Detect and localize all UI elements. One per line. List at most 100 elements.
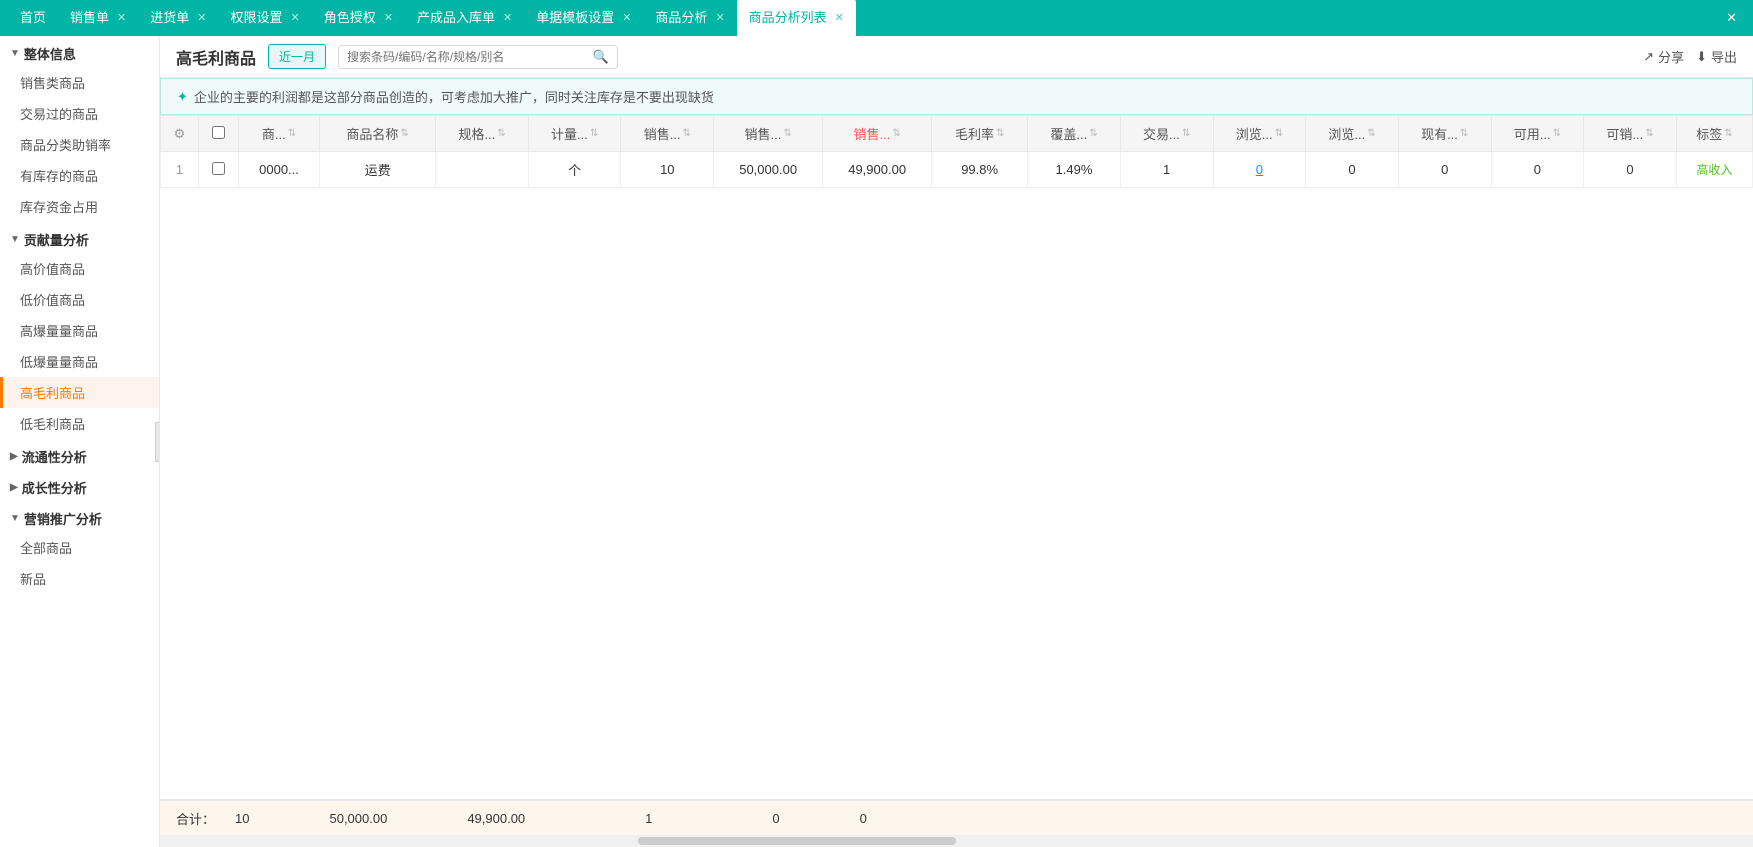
sidebar-group-marketing-arrow: ▼ [10, 513, 20, 524]
table-container: ⚙ 商...⇅ 商品名称⇅ 规格...⇅ [160, 115, 1753, 799]
sidebar-item-all-goods[interactable]: 全部商品 [0, 532, 159, 563]
close-sales-tab[interactable]: ✕ [117, 0, 126, 36]
sort-current-icon: ⇅ [1460, 128, 1468, 139]
cell-sale2: 50,000.00 [714, 152, 823, 188]
sidebar-collapse-button[interactable]: ◀ [155, 422, 160, 462]
sort-margin-icon: ⇅ [996, 128, 1004, 139]
sidebar-group-overall-arrow: ▼ [10, 48, 20, 59]
col-sale3[interactable]: 销售...⇅ [823, 116, 932, 152]
sidebar-group-growth-arrow: ▶ [10, 482, 18, 493]
share-button[interactable]: ↗ 分享 [1643, 47, 1684, 66]
sidebar-item-sales-goods[interactable]: 销售类商品 [0, 67, 159, 98]
sidebar-item-new-goods[interactable]: 新品 [0, 563, 159, 594]
col-spec[interactable]: 规格...⇅ [436, 116, 529, 152]
sidebar-group-growth[interactable]: ▶ 成长性分析 [0, 470, 159, 501]
sort-sale1-icon: ⇅ [683, 128, 691, 139]
sidebar-group-liquidity[interactable]: ▶ 流通性分析 [0, 439, 159, 470]
sort-code-icon: ⇅ [288, 128, 296, 139]
close-product-inbound-tab[interactable]: ✕ [503, 0, 512, 36]
col-name[interactable]: 商品名称⇅ [320, 116, 436, 152]
cell-current: 0 [1398, 152, 1491, 188]
nav-home[interactable]: 首页 [8, 0, 58, 36]
export-button[interactable]: ⬇ 导出 [1696, 47, 1737, 66]
col-current[interactable]: 现有...⇅ [1398, 116, 1491, 152]
top-navigation: 首页 销售单 ✕ 进货单 ✕ 权限设置 ✕ 角色授权 ✕ 产成品入库单 ✕ 单据… [0, 0, 1753, 36]
sort-available-icon: ⇅ [1553, 128, 1561, 139]
sort-browse2-icon: ⇅ [1367, 128, 1375, 139]
footer-trade: 1 [645, 811, 652, 826]
search-icon[interactable]: 🔍 [593, 49, 609, 65]
nav-product-analysis-list[interactable]: 商品分析列表 ✕ [737, 0, 856, 36]
cell-available: 0 [1491, 152, 1584, 188]
filter-recent-month-button[interactable]: 近一月 [268, 44, 326, 69]
col-sale2[interactable]: 销售...⇅ [714, 116, 823, 152]
settings-icon[interactable]: ⚙ [174, 126, 186, 141]
sidebar-item-category-sales-rate[interactable]: 商品分类助销率 [0, 129, 159, 160]
sidebar-item-low-value[interactable]: 低价值商品 [0, 284, 159, 315]
close-purchase-tab[interactable]: ✕ [197, 0, 206, 36]
export-icon: ⬇ [1696, 49, 1707, 65]
col-browse2[interactable]: 浏览...⇅ [1306, 116, 1399, 152]
cell-browse2: 0 [1306, 152, 1399, 188]
cell-coverage: 1.49% [1028, 152, 1121, 188]
row-checkbox[interactable] [212, 162, 225, 175]
sidebar-item-stock-capital[interactable]: 库存资金占用 [0, 191, 159, 222]
close-product-analysis-list-tab[interactable]: ✕ [835, 0, 844, 36]
col-browse1[interactable]: 浏览...⇅ [1213, 116, 1306, 152]
nav-purchase[interactable]: 进货单 ✕ [138, 0, 218, 36]
nav-product-inbound[interactable]: 产成品入库单 ✕ [405, 0, 524, 36]
col-tag[interactable]: 标签⇅ [1676, 116, 1752, 152]
sidebar-item-high-margin[interactable]: 高毛利商品 [0, 377, 159, 408]
sort-tag-icon: ⇅ [1724, 128, 1732, 139]
nav-sales[interactable]: 销售单 ✕ [58, 0, 138, 36]
nav-template[interactable]: 单据模板设置 ✕ [524, 0, 643, 36]
sidebar-item-low-volume[interactable]: 低爆量量商品 [0, 346, 159, 377]
tag-high-income: 高收入 [1696, 163, 1732, 177]
col-available[interactable]: 可用...⇅ [1491, 116, 1584, 152]
sidebar-item-in-stock-goods[interactable]: 有库存的商品 [0, 160, 159, 191]
nav-role[interactable]: 角色授权 ✕ [312, 0, 405, 36]
close-all-button[interactable]: ✕ [1718, 10, 1745, 26]
nav-product-analysis[interactable]: 商品分析 ✕ [643, 0, 736, 36]
cell-browse1[interactable]: 0 [1213, 152, 1306, 188]
sort-trade-icon: ⇅ [1182, 128, 1190, 139]
col-sale1[interactable]: 销售...⇅ [621, 116, 714, 152]
col-trade[interactable]: 交易...⇅ [1120, 116, 1213, 152]
scrollbar-thumb[interactable] [638, 837, 957, 845]
cell-checkbox[interactable] [198, 152, 238, 188]
sidebar-group-contribution[interactable]: ▼ 贡献量分析 [0, 222, 159, 253]
col-sellable[interactable]: 可销...⇅ [1584, 116, 1677, 152]
search-input[interactable] [347, 50, 593, 64]
col-margin[interactable]: 毛利率⇅ [932, 116, 1028, 152]
cell-code: 0000... [238, 152, 319, 188]
sidebar-item-traded-goods[interactable]: 交易过的商品 [0, 98, 159, 129]
sidebar-group-marketing[interactable]: ▼ 营销推广分析 [0, 501, 159, 532]
sidebar-group-contribution-arrow: ▼ [10, 234, 20, 245]
col-unit[interactable]: 计量...⇅ [528, 116, 621, 152]
horizontal-scrollbar[interactable] [160, 835, 1753, 847]
select-all-checkbox[interactable] [212, 126, 225, 139]
sort-sellable-icon: ⇅ [1645, 128, 1653, 139]
content-area: 高毛利商品 近一月 🔍 ↗ 分享 ⬇ 导出 ✦ 企业的主要的利润都是这部分商品创… [160, 36, 1753, 847]
col-coverage[interactable]: 覆盖...⇅ [1028, 116, 1121, 152]
page-title: 高毛利商品 [176, 45, 256, 69]
header-right-actions: ↗ 分享 ⬇ 导出 [1643, 47, 1737, 66]
cell-sale3: 49,900.00 [823, 152, 932, 188]
footer-sale3: 49,900.00 [467, 811, 525, 826]
col-code[interactable]: 商...⇅ [238, 116, 319, 152]
footer-sale1: 10 [235, 811, 249, 826]
close-product-analysis-tab[interactable]: ✕ [715, 0, 724, 36]
nav-permission[interactable]: 权限设置 ✕ [218, 0, 311, 36]
close-template-tab[interactable]: ✕ [622, 0, 631, 36]
sidebar-item-high-value[interactable]: 高价值商品 [0, 253, 159, 284]
sidebar-group-overall[interactable]: ▼ 整体信息 [0, 36, 159, 67]
sidebar-item-low-margin[interactable]: 低毛利商品 [0, 408, 159, 439]
close-role-tab[interactable]: ✕ [384, 0, 393, 36]
content-header: 高毛利商品 近一月 🔍 ↗ 分享 ⬇ 导出 [160, 36, 1753, 78]
data-table: ⚙ 商...⇅ 商品名称⇅ 规格...⇅ [160, 115, 1753, 188]
close-permission-tab[interactable]: ✕ [291, 0, 300, 36]
col-checkbox[interactable] [198, 116, 238, 152]
col-settings[interactable]: ⚙ [161, 116, 199, 152]
sidebar-item-high-volume[interactable]: 高爆量量商品 [0, 315, 159, 346]
footer-sale2: 50,000.00 [329, 811, 387, 826]
